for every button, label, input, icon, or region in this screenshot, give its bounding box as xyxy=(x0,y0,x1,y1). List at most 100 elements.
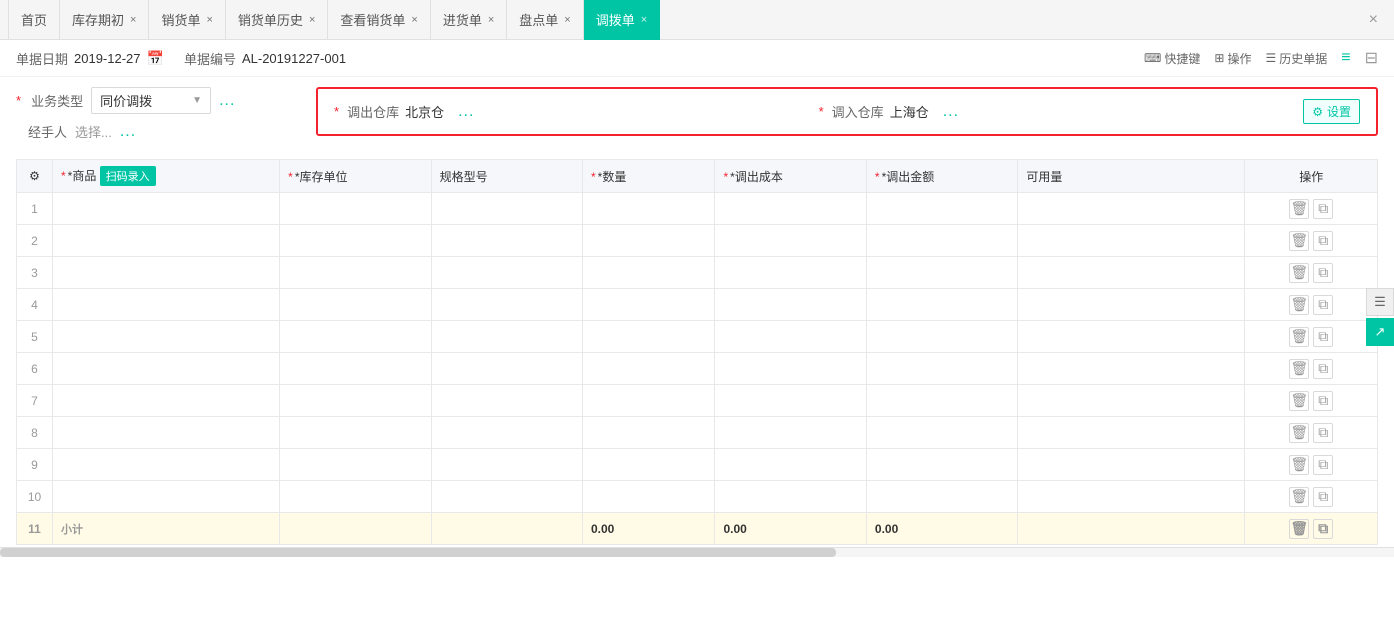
qty-cell[interactable] xyxy=(582,225,715,257)
tab-close-view-sales[interactable]: × xyxy=(411,14,417,26)
tab-inventory-init[interactable]: 库存期初 × xyxy=(60,0,149,40)
spec-cell[interactable] xyxy=(431,481,582,513)
copy-icon[interactable]: ⧉ xyxy=(1313,391,1333,411)
unit-cell[interactable] xyxy=(280,449,431,481)
side-list-icon[interactable]: ☰ xyxy=(1366,288,1394,316)
cost-cell[interactable] xyxy=(715,193,866,225)
qty-cell[interactable] xyxy=(582,321,715,353)
qty-cell[interactable] xyxy=(582,257,715,289)
available-cell[interactable] xyxy=(1018,321,1245,353)
amount-cell[interactable] xyxy=(866,321,1017,353)
product-cell[interactable] xyxy=(53,449,280,481)
product-cell[interactable] xyxy=(53,257,280,289)
qty-cell[interactable] xyxy=(582,481,715,513)
qty-cell[interactable] xyxy=(582,449,715,481)
business-type-select[interactable]: 同价调拨 ▼ xyxy=(91,87,211,114)
copy-icon[interactable]: ⧉ xyxy=(1313,519,1333,539)
tab-close-purchase-order[interactable]: × xyxy=(488,14,494,26)
available-cell[interactable] xyxy=(1018,385,1245,417)
qty-cell[interactable] xyxy=(582,385,715,417)
close-all-tabs[interactable]: × xyxy=(1361,11,1386,29)
product-cell[interactable] xyxy=(53,193,280,225)
cost-cell[interactable] xyxy=(715,225,866,257)
settings-button[interactable]: ⚙ 设置 xyxy=(1303,99,1360,124)
unit-cell[interactable] xyxy=(280,417,431,449)
cost-cell[interactable] xyxy=(715,481,866,513)
amount-cell[interactable] xyxy=(866,225,1017,257)
amount-cell[interactable] xyxy=(866,193,1017,225)
unit-cell[interactable] xyxy=(280,353,431,385)
qty-cell[interactable] xyxy=(582,289,715,321)
qty-cell[interactable] xyxy=(582,353,715,385)
available-cell[interactable] xyxy=(1018,481,1245,513)
tab-home[interactable]: 首页 xyxy=(8,0,60,40)
copy-icon[interactable]: ⧉ xyxy=(1313,487,1333,507)
available-cell[interactable] xyxy=(1018,257,1245,289)
available-cell[interactable] xyxy=(1018,353,1245,385)
amount-cell[interactable] xyxy=(866,353,1017,385)
product-cell[interactable] xyxy=(53,225,280,257)
delete-icon[interactable]: 🗑 xyxy=(1289,359,1309,379)
product-cell[interactable] xyxy=(53,321,280,353)
spec-cell[interactable] xyxy=(431,321,582,353)
shortcut-btn[interactable]: ⌨ 快捷键 xyxy=(1144,50,1200,67)
business-type-more[interactable]: ... xyxy=(219,92,235,110)
spec-cell[interactable] xyxy=(431,289,582,321)
tab-transfer-order[interactable]: 调拨单 × xyxy=(584,0,660,40)
delete-icon[interactable]: 🗑 xyxy=(1289,295,1309,315)
copy-icon[interactable]: ⧉ xyxy=(1313,455,1333,475)
tab-close-sales-history[interactable]: × xyxy=(309,14,315,26)
spec-cell[interactable] xyxy=(431,417,582,449)
delete-icon[interactable]: 🗑 xyxy=(1289,455,1309,475)
delete-icon[interactable]: 🗑 xyxy=(1289,199,1309,219)
available-cell[interactable] xyxy=(1018,193,1245,225)
product-cell[interactable] xyxy=(53,353,280,385)
copy-icon[interactable]: ⧉ xyxy=(1313,263,1333,283)
copy-icon[interactable]: ⧉ xyxy=(1313,359,1333,379)
contact-more[interactable]: ... xyxy=(120,123,136,141)
operate-btn[interactable]: ⊞ 操作 xyxy=(1214,50,1251,67)
available-cell[interactable] xyxy=(1018,449,1245,481)
contact-select[interactable]: 选择... xyxy=(75,122,112,141)
delete-icon[interactable]: 🗑 xyxy=(1289,231,1309,251)
amount-cell[interactable] xyxy=(866,481,1017,513)
spec-cell[interactable] xyxy=(431,193,582,225)
copy-icon[interactable]: ⧉ xyxy=(1313,327,1333,347)
side-expand-icon[interactable]: ↗ xyxy=(1366,318,1394,346)
tab-inventory-count[interactable]: 盘点单 × xyxy=(507,0,583,40)
horizontal-scrollbar[interactable] xyxy=(0,547,1394,557)
amount-cell[interactable] xyxy=(866,257,1017,289)
product-cell[interactable] xyxy=(53,289,280,321)
cost-cell[interactable] xyxy=(715,321,866,353)
copy-icon[interactable]: ⧉ xyxy=(1313,231,1333,251)
layout-list-icon[interactable]: ≡ xyxy=(1341,49,1350,67)
delete-icon[interactable]: 🗑 xyxy=(1289,423,1309,443)
amount-cell[interactable] xyxy=(866,289,1017,321)
tab-close-sales-order[interactable]: × xyxy=(206,14,212,26)
tab-close-transfer-order[interactable]: × xyxy=(641,14,647,26)
tab-close-inventory-count[interactable]: × xyxy=(564,14,570,26)
product-cell[interactable] xyxy=(53,385,280,417)
delete-icon[interactable]: 🗑 xyxy=(1289,327,1309,347)
spec-cell[interactable] xyxy=(431,257,582,289)
layout-grid-icon[interactable]: ⊟ xyxy=(1365,48,1378,68)
copy-icon[interactable]: ⧉ xyxy=(1313,423,1333,443)
scan-barcode-button[interactable]: 扫码录入 xyxy=(100,166,156,186)
unit-cell[interactable] xyxy=(280,225,431,257)
unit-cell[interactable] xyxy=(280,481,431,513)
warehouse-out-more[interactable]: ... xyxy=(458,103,474,121)
delete-icon[interactable]: 🗑 xyxy=(1289,487,1309,507)
tab-purchase-order[interactable]: 进货单 × xyxy=(431,0,507,40)
unit-cell[interactable] xyxy=(280,321,431,353)
copy-icon[interactable]: ⧉ xyxy=(1313,199,1333,219)
amount-cell[interactable] xyxy=(866,449,1017,481)
unit-cell[interactable] xyxy=(280,193,431,225)
calendar-icon[interactable]: 📅 xyxy=(147,50,164,67)
tab-sales-history[interactable]: 销货单历史 × xyxy=(226,0,328,40)
product-cell[interactable] xyxy=(53,417,280,449)
delete-icon[interactable]: 🗑 xyxy=(1289,391,1309,411)
warehouse-in-more[interactable]: ... xyxy=(943,103,959,121)
unit-cell[interactable] xyxy=(280,257,431,289)
scroll-thumb[interactable] xyxy=(0,548,836,557)
cost-cell[interactable] xyxy=(715,385,866,417)
